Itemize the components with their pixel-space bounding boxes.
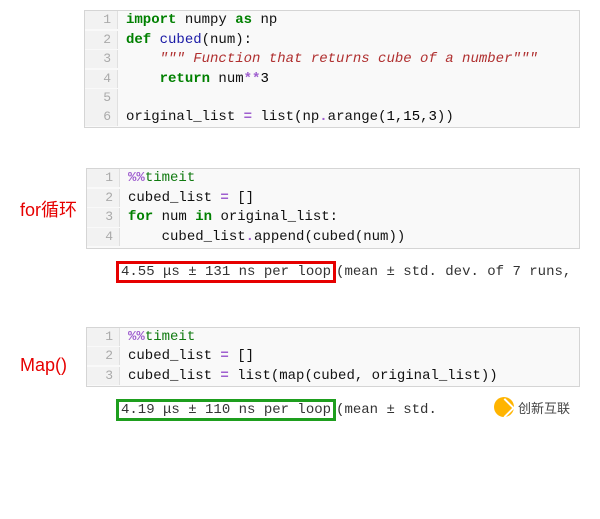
code-map: 1%%timeit2cubed_list = []3cubed_list = l… xyxy=(86,327,580,388)
code-setup: 1import numpy as np2def cubed(num):3 """… xyxy=(84,10,580,128)
code-line: 2cubed_list = [] xyxy=(87,347,579,367)
code-line: 1%%timeit xyxy=(87,328,579,348)
line-number: 6 xyxy=(85,108,118,126)
code-text: original_list = list(np.arange(1,15,3)) xyxy=(118,108,454,128)
code-text: cubed_list = [] xyxy=(120,189,254,209)
code-text: cubed_list = list(map(cubed, original_li… xyxy=(120,367,498,387)
code-text: def cubed(num): xyxy=(118,31,252,51)
line-number: 2 xyxy=(85,31,118,49)
watermark-icon xyxy=(494,397,514,417)
timing-rest-map: (mean ± std. xyxy=(336,402,437,418)
line-number: 4 xyxy=(87,228,120,246)
code-line: 2def cubed(num): xyxy=(85,31,579,51)
code-line: 1%%timeit xyxy=(87,169,579,189)
line-number: 2 xyxy=(87,189,120,207)
timing-rest-for: (mean ± std. dev. of 7 runs, xyxy=(336,264,571,280)
code-text: cubed_list.append(cubed(num)) xyxy=(120,228,405,248)
code-line: 4 cubed_list.append(cubed(num)) xyxy=(87,228,579,248)
page: 1import numpy as np2def cubed(num):3 """… xyxy=(20,10,580,425)
line-number: 1 xyxy=(85,11,118,29)
line-number: 1 xyxy=(87,328,120,346)
line-number: 1 xyxy=(87,169,120,187)
section-title-map: Map() xyxy=(20,355,78,376)
code-line: 5 xyxy=(85,89,579,107)
code-text: for num in original_list: xyxy=(120,208,338,228)
timing-highlight-map: 4.19 μs ± 110 ns per loop xyxy=(116,399,336,421)
code-line: 6original_list = list(np.arange(1,15,3)) xyxy=(85,108,579,128)
watermark-text: 创新互联 xyxy=(518,398,570,417)
timing-highlight-for: 4.55 μs ± 131 ns per loop xyxy=(116,261,336,283)
code-for: 1%%timeit2cubed_list = []3for num in ori… xyxy=(86,168,580,248)
code-line: 1import numpy as np xyxy=(85,11,579,31)
line-number: 5 xyxy=(85,89,118,107)
section-for: for循环 1%%timeit2cubed_list = []3for num … xyxy=(20,168,580,286)
code-text: %%timeit xyxy=(120,328,195,348)
code-line: 3for num in original_list: xyxy=(87,208,579,228)
code-text: return num**3 xyxy=(118,70,269,90)
code-line: 4 return num**3 xyxy=(85,70,579,90)
code-text: %%timeit xyxy=(120,169,195,189)
code-line: 3cubed_list = list(map(cubed, original_l… xyxy=(87,367,579,387)
code-line: 3 """ Function that returns cube of a nu… xyxy=(85,50,579,70)
line-number: 3 xyxy=(85,50,118,68)
line-number: 3 xyxy=(87,367,120,385)
line-number: 2 xyxy=(87,347,120,365)
line-number: 4 xyxy=(85,70,118,88)
section-title-for: for循环 xyxy=(20,196,78,222)
watermark: 创新互联 xyxy=(490,395,574,419)
line-number: 3 xyxy=(87,208,120,226)
code-text: cubed_list = [] xyxy=(120,347,254,367)
code-text: import numpy as np xyxy=(118,11,277,31)
timing-for: 4.55 μs ± 131 ns per loop (mean ± std. d… xyxy=(86,257,580,287)
code-text: """ Function that returns cube of a numb… xyxy=(118,50,538,70)
code-line: 2cubed_list = [] xyxy=(87,189,579,209)
